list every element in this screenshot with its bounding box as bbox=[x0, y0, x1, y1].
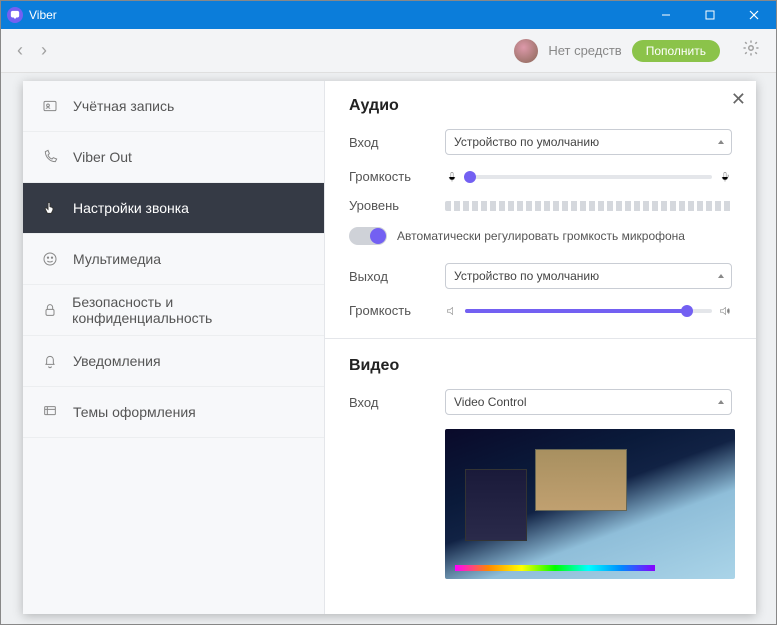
audio-output-label: Выход bbox=[349, 269, 445, 284]
media-icon bbox=[41, 250, 59, 268]
app-window: Viber ‹ › Нет средств Пополнить bbox=[0, 0, 777, 625]
auto-gain-toggle[interactable] bbox=[349, 227, 387, 245]
sidebar-item-viberout[interactable]: Viber Out bbox=[23, 132, 324, 183]
close-button[interactable] bbox=[732, 1, 776, 29]
microphone-quiet-icon bbox=[445, 170, 459, 184]
sidebar-item-security[interactable]: Безопасность и конфиденциальность bbox=[23, 285, 324, 336]
sidebar-item-multimedia[interactable]: Мультимедиа bbox=[23, 234, 324, 285]
section-divider bbox=[325, 338, 756, 339]
close-icon[interactable]: ✕ bbox=[731, 89, 746, 110]
audio-section-title: Аудио bbox=[349, 97, 732, 115]
output-volume-label: Громкость bbox=[349, 303, 445, 318]
sidebar-item-label: Уведомления bbox=[73, 353, 161, 369]
video-preview bbox=[445, 429, 735, 579]
sidebar-item-themes[interactable]: Темы оформления bbox=[23, 387, 324, 438]
video-input-select[interactable]: Video Control bbox=[445, 389, 732, 415]
audio-output-select[interactable]: Устройство по умолчанию bbox=[445, 263, 732, 289]
audio-input-label: Вход bbox=[349, 135, 445, 150]
settings-gear-icon[interactable] bbox=[742, 39, 760, 62]
sidebar-item-notifications[interactable]: Уведомления bbox=[23, 336, 324, 387]
sidebar-item-label: Темы оформления bbox=[73, 404, 196, 420]
avatar[interactable] bbox=[514, 39, 538, 63]
balance-text: Нет средств bbox=[548, 43, 621, 58]
microphone-loud-icon bbox=[718, 170, 732, 184]
video-input-label: Вход bbox=[349, 395, 445, 410]
speaker-loud-icon bbox=[718, 304, 732, 318]
viber-logo-icon bbox=[7, 7, 23, 23]
theme-icon bbox=[41, 403, 59, 421]
speaker-quiet-icon bbox=[445, 304, 459, 318]
nav-forward-icon[interactable]: › bbox=[41, 40, 47, 61]
window-title: Viber bbox=[29, 8, 644, 22]
title-bar: Viber bbox=[1, 1, 776, 29]
id-card-icon bbox=[41, 97, 59, 115]
sidebar-item-call-settings[interactable]: Настройки звонка bbox=[23, 183, 324, 234]
sidebar-item-label: Безопасность и конфиденциальность bbox=[72, 294, 306, 326]
settings-modal: Учётная запись Viber Out Настройки звонк… bbox=[23, 81, 756, 614]
settings-content: ✕ Аудио Вход Устройство по умолчанию Гро… bbox=[325, 81, 756, 614]
nav-back-icon[interactable]: ‹ bbox=[17, 40, 23, 61]
lock-icon bbox=[41, 301, 58, 319]
mic-level-meter bbox=[445, 201, 732, 211]
bell-icon bbox=[41, 352, 59, 370]
topup-button[interactable]: Пополнить bbox=[632, 40, 720, 62]
hand-cursor-icon bbox=[41, 199, 59, 217]
sidebar-item-label: Мультимедиа bbox=[73, 251, 161, 267]
sidebar-item-label: Учётная запись bbox=[73, 98, 174, 114]
minimize-button[interactable] bbox=[644, 1, 688, 29]
auto-gain-label: Автоматически регулировать громкость мик… bbox=[397, 229, 685, 243]
mic-level-label: Уровень bbox=[349, 198, 445, 213]
phone-out-icon bbox=[41, 148, 59, 166]
mic-volume-label: Громкость bbox=[349, 169, 445, 184]
video-section-title: Видео bbox=[349, 357, 732, 375]
sidebar-item-label: Настройки звонка bbox=[73, 200, 189, 216]
output-volume-slider[interactable] bbox=[465, 309, 712, 313]
settings-sidebar: Учётная запись Viber Out Настройки звонк… bbox=[23, 81, 325, 614]
mic-volume-slider[interactable] bbox=[465, 175, 712, 179]
sidebar-item-label: Viber Out bbox=[73, 149, 132, 165]
sidebar-item-account[interactable]: Учётная запись bbox=[23, 81, 324, 132]
app-header: ‹ › Нет средств Пополнить bbox=[1, 29, 776, 73]
maximize-button[interactable] bbox=[688, 1, 732, 29]
audio-input-select[interactable]: Устройство по умолчанию bbox=[445, 129, 732, 155]
